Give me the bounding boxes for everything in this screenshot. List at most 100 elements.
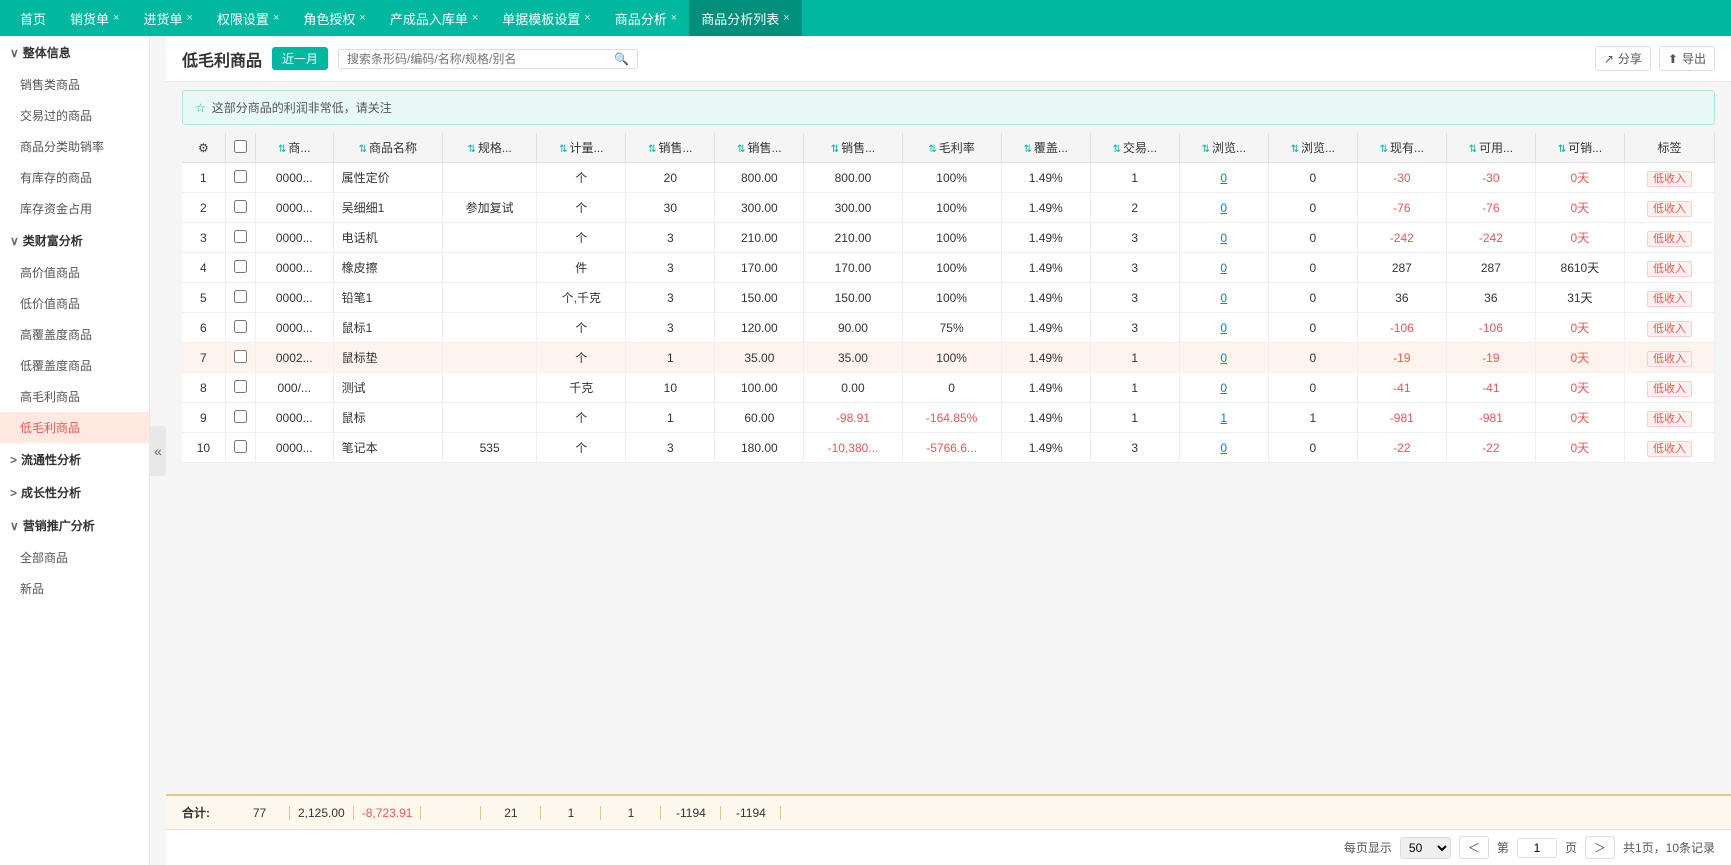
cell-browse1[interactable]: 0 [1179,313,1268,343]
sidebar-item-traded-goods[interactable]: 交易过的商品 [0,100,149,131]
row-checkbox[interactable] [234,200,247,213]
th-browse1[interactable]: ⇅浏览... [1179,133,1268,163]
sidebar-item-high-margin[interactable]: 高毛利商品 [0,381,149,412]
cell-checkbox[interactable] [225,163,255,193]
cell-browse1[interactable]: 0 [1179,373,1268,403]
browse-link[interactable]: 0 [1220,381,1227,395]
th-qty[interactable]: ⇅销售... [626,133,715,163]
date-filter-button[interactable]: 近一月 [272,47,328,70]
row-checkbox[interactable] [234,440,247,453]
page-size-select[interactable]: 50 100 [1400,837,1451,859]
cell-checkbox[interactable] [225,253,255,283]
browse-link[interactable]: 0 [1220,321,1227,335]
nav-permissions[interactable]: 权限设置 × [205,0,291,36]
cell-checkbox[interactable] [225,373,255,403]
cell-checkbox[interactable] [225,403,255,433]
prev-page-button[interactable]: ＜ [1459,836,1489,859]
th-price[interactable]: ⇅销售... [715,133,804,163]
sidebar-item-high-value[interactable]: 高价值商品 [0,257,149,288]
close-purchase-icon[interactable]: × [186,12,192,24]
th-coverage[interactable]: ⇅覆盖... [1001,133,1090,163]
cell-browse1[interactable]: 0 [1179,253,1268,283]
cell-checkbox[interactable] [225,283,255,313]
close-roles-icon[interactable]: × [359,12,365,24]
browse-link[interactable]: 0 [1220,351,1227,365]
row-checkbox[interactable] [234,410,247,423]
cell-browse1[interactable]: 0 [1179,343,1268,373]
th-margin[interactable]: ⇅毛利率 [902,133,1001,163]
nav-home[interactable]: 首页 [8,0,58,36]
cell-checkbox[interactable] [225,343,255,373]
browse-link[interactable]: 0 [1220,441,1227,455]
browse-link[interactable]: 0 [1220,171,1227,185]
close-products-icon[interactable]: × [472,12,478,24]
th-name[interactable]: ⇅商品名称 [333,133,442,163]
browse-link[interactable]: 0 [1220,291,1227,305]
export-button[interactable]: ⬆ 导出 [1659,46,1715,71]
cell-browse1[interactable]: 0 [1179,433,1268,463]
cell-checkbox[interactable] [225,433,255,463]
nav-sales[interactable]: 销货单 × [58,0,131,36]
th-spec[interactable]: ⇅规格... [443,133,537,163]
sidebar-group-flow[interactable]: > 流通性分析 [0,443,149,476]
close-templates-icon[interactable]: × [584,12,590,24]
th-saleable[interactable]: ⇅可销... [1535,133,1624,163]
th-browse2[interactable]: ⇅浏览... [1268,133,1357,163]
sidebar-group-wealth[interactable]: ∨ 类财富分析 [0,224,149,257]
row-checkbox[interactable] [234,230,247,243]
sidebar-item-all-goods[interactable]: 全部商品 [0,542,149,573]
nav-purchase[interactable]: 进货单 × [131,0,204,36]
th-unit[interactable]: ⇅计量... [537,133,626,163]
cell-checkbox[interactable] [225,193,255,223]
close-goods-analysis-icon[interactable]: × [671,12,677,24]
th-code[interactable]: ⇅商... [255,133,333,163]
nav-goods-analysis[interactable]: 商品分析 × [603,0,689,36]
row-checkbox[interactable] [234,290,247,303]
cell-browse1[interactable]: 0 [1179,163,1268,193]
sidebar-collapse-button[interactable]: « [150,426,166,476]
sidebar-item-high-coverage[interactable]: 高覆盖度商品 [0,319,149,350]
cell-browse1[interactable]: 0 [1179,283,1268,313]
sidebar-item-category-rate[interactable]: 商品分类助销率 [0,131,149,162]
sidebar-item-low-coverage[interactable]: 低覆盖度商品 [0,350,149,381]
close-goods-list-icon[interactable]: × [783,12,789,24]
share-button[interactable]: ↗ 分享 [1595,46,1651,71]
close-sales-icon[interactable]: × [113,12,119,24]
browse-link[interactable]: 0 [1220,261,1227,275]
sidebar-item-sales-goods[interactable]: 销售类商品 [0,69,149,100]
sidebar-item-low-value[interactable]: 低价值商品 [0,288,149,319]
cell-checkbox[interactable] [225,223,255,253]
sidebar-item-inventory-capital[interactable]: 库存资金占用 [0,193,149,224]
cell-browse1[interactable]: 1 [1179,403,1268,433]
nav-roles[interactable]: 角色授权 × [291,0,377,36]
select-all-checkbox[interactable] [234,140,247,153]
cell-browse1[interactable]: 0 [1179,193,1268,223]
sidebar-item-new-goods[interactable]: 新品 [0,573,149,604]
row-checkbox[interactable] [234,320,247,333]
browse-link[interactable]: 1 [1220,411,1227,425]
search-icon[interactable]: 🔍 [614,52,629,66]
row-checkbox[interactable] [234,260,247,273]
cell-browse1[interactable]: 0 [1179,223,1268,253]
close-permissions-icon[interactable]: × [273,12,279,24]
sidebar-item-low-margin[interactable]: 低毛利商品 [0,412,149,443]
th-available[interactable]: ⇅可用... [1446,133,1535,163]
next-page-button[interactable]: ＞ [1585,836,1615,859]
row-checkbox[interactable] [234,170,247,183]
th-transaction[interactable]: ⇅交易... [1090,133,1179,163]
sidebar-group-marketing[interactable]: ∨ 营销推广分析 [0,509,149,542]
browse-link[interactable]: 0 [1220,231,1227,245]
search-input[interactable] [347,52,610,66]
cell-checkbox[interactable] [225,313,255,343]
th-settings[interactable]: ⚙ [182,133,225,163]
th-checkbox[interactable] [225,133,255,163]
nav-templates[interactable]: 单据模板设置 × [490,0,602,36]
nav-goods-analysis-list[interactable]: 商品分析列表 × [689,0,801,36]
browse-link[interactable]: 0 [1220,201,1227,215]
sidebar-item-stock-goods[interactable]: 有库存的商品 [0,162,149,193]
sidebar-group-overall[interactable]: ∨ 整体信息 [0,36,149,69]
page-input[interactable] [1517,838,1557,858]
sidebar-group-growth[interactable]: > 成长性分析 [0,476,149,509]
th-stock[interactable]: ⇅现有... [1357,133,1446,163]
row-checkbox[interactable] [234,350,247,363]
